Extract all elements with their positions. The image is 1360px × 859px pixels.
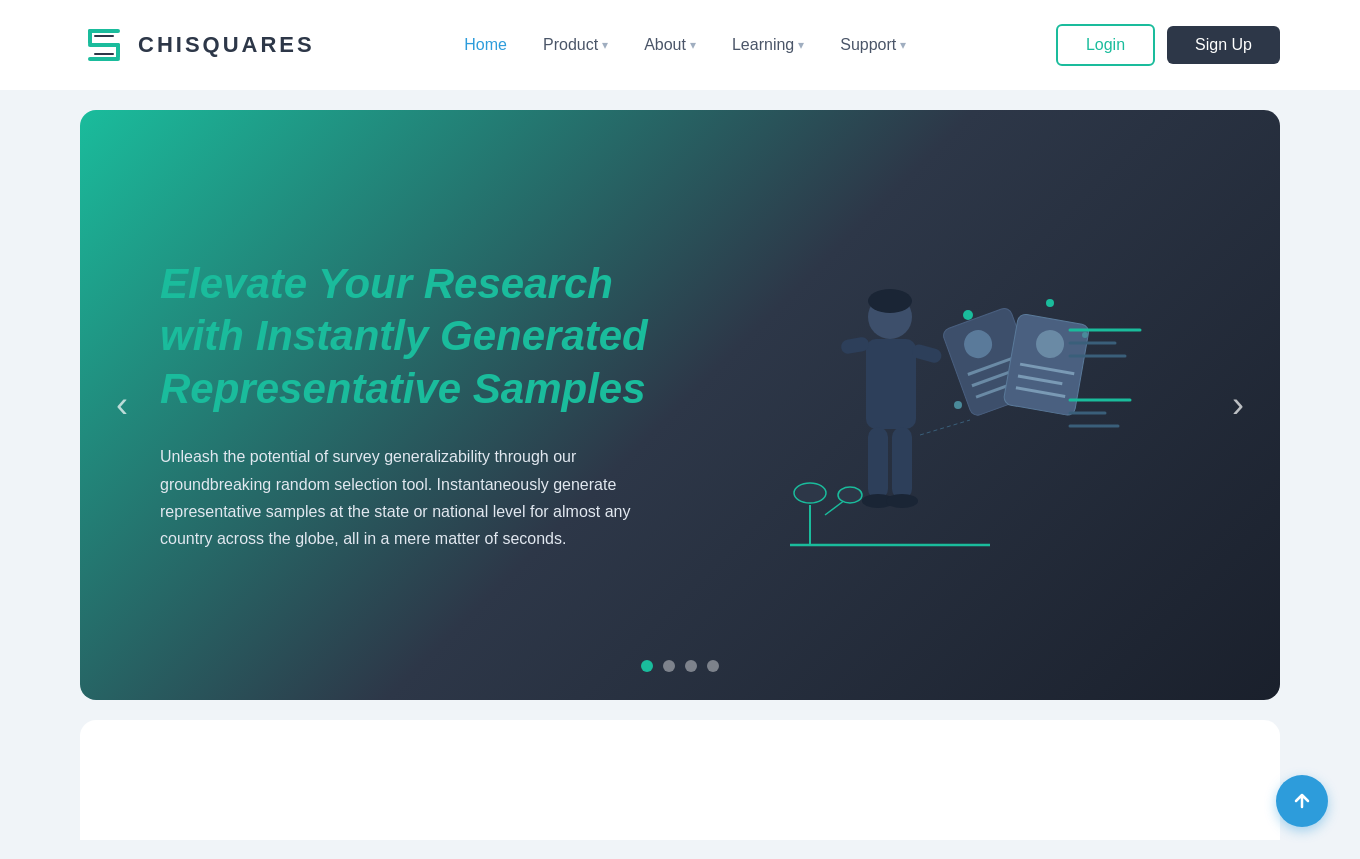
svg-point-12 [838,487,862,503]
svg-rect-17 [868,427,888,499]
arrow-up-icon [1291,790,1313,812]
svg-rect-6 [94,35,114,37]
svg-point-20 [886,494,918,508]
carousel-dot-4[interactable] [707,660,719,672]
hero-title: Elevate Your Research with Instantly Gen… [160,258,680,416]
svg-rect-15 [840,336,870,355]
product-chevron-icon: ▾ [602,38,608,52]
carousel-dot-2[interactable] [663,660,675,672]
hero-description: Unleash the potential of survey generali… [160,443,680,552]
signup-button[interactable]: Sign Up [1167,26,1280,64]
svg-rect-3 [88,43,120,47]
logo-icon [80,21,128,69]
about-chevron-icon: ▾ [690,38,696,52]
svg-point-21 [868,289,912,313]
svg-line-42 [920,420,970,435]
scroll-to-top-button[interactable] [1276,775,1328,827]
carousel-prev-button[interactable]: ‹ [100,383,144,427]
svg-point-10 [794,483,826,503]
nav-product[interactable]: Product ▾ [529,28,622,62]
svg-rect-5 [88,57,120,61]
learning-chevron-icon: ▾ [798,38,804,52]
svg-rect-7 [94,53,114,55]
header-buttons: Login Sign Up [1056,24,1280,66]
carousel-dot-3[interactable] [685,660,697,672]
nav-support[interactable]: Support ▾ [826,28,920,62]
svg-point-32 [963,310,973,320]
logo: CHISQUARES [80,21,315,69]
nav-about[interactable]: About ▾ [630,28,710,62]
nav-home[interactable]: Home [450,28,521,62]
hero-section: ‹ Elevate Your Research with Instantly G… [80,110,1280,700]
hero-illustration [680,235,1200,575]
svg-point-35 [954,401,962,409]
svg-rect-1 [88,29,120,33]
bottom-section [80,720,1280,840]
header: CHISQUARES Home Product ▾ About ▾ Learni… [0,0,1360,90]
svg-rect-14 [866,339,916,429]
carousel-next-button[interactable]: › [1216,383,1260,427]
svg-point-33 [1046,299,1054,307]
login-button[interactable]: Login [1056,24,1155,66]
support-chevron-icon: ▾ [900,38,906,52]
svg-rect-4 [116,43,120,59]
hero-illustration-svg [730,235,1150,575]
logo-text: CHISQUARES [138,32,315,58]
carousel-dot-1[interactable] [641,660,653,672]
svg-rect-2 [88,29,92,45]
hero-content: Elevate Your Research with Instantly Gen… [160,258,680,552]
main-nav: Home Product ▾ About ▾ Learning ▾ Suppor… [450,28,920,62]
nav-learning[interactable]: Learning ▾ [718,28,818,62]
carousel-dots [641,660,719,672]
svg-point-34 [1082,332,1088,338]
svg-line-11 [825,500,845,515]
svg-rect-18 [892,427,912,499]
